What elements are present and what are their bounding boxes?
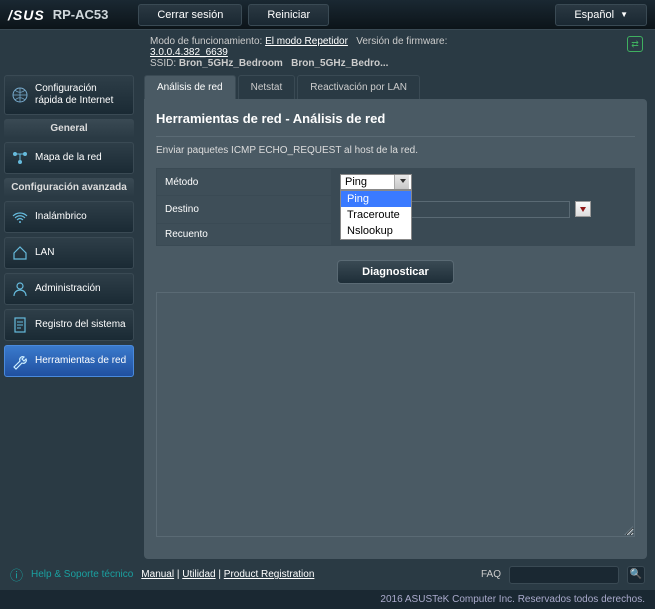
sidebar-wireless[interactable]: Inalámbrico [4, 201, 134, 233]
sidebar-quick-setup[interactable]: Configuración rápida de Internet [4, 75, 134, 115]
sidebar-item-label: Administración [35, 283, 127, 295]
status-icon[interactable]: ⇄ [627, 36, 643, 52]
network-icon [11, 149, 29, 167]
sidebar-administration[interactable]: Administración [4, 273, 134, 305]
brand-logo: /SUS [8, 7, 45, 23]
method-value: Ping [345, 176, 367, 188]
utility-link[interactable]: Utilidad [182, 569, 215, 580]
logout-button[interactable]: Cerrar sesión [138, 4, 242, 26]
method-dropdown: Ping Traceroute Nslookup [340, 190, 412, 240]
sidebar-item-label: Inalámbrico [35, 211, 127, 223]
model-name: RP-AC53 [53, 7, 109, 22]
count-label: Recuento [157, 224, 332, 246]
fw-link[interactable]: 3.0.0.4.382_6639 [150, 47, 228, 58]
sidebar-item-label: Configuración rápida de Internet [35, 83, 127, 107]
ssid1: Bron_5GHz_Bedroom [179, 58, 283, 69]
search-input[interactable] [509, 566, 619, 584]
tab-network-analysis[interactable]: Análisis de red [144, 75, 236, 99]
help-icon: ⓘ [10, 565, 23, 584]
language-label: Español [574, 9, 614, 21]
sidebar-item-label: Registro del sistema [35, 319, 127, 331]
fw-label: Versión de firmware: [356, 36, 447, 47]
panel-title: Herramientas de red - Análisis de red [156, 111, 635, 136]
tab-wol[interactable]: Reactivación por LAN [297, 75, 420, 99]
divider [156, 136, 635, 137]
user-icon [11, 280, 29, 298]
faq-link[interactable]: FAQ [481, 569, 501, 580]
method-select[interactable]: Ping [340, 174, 412, 190]
manual-link[interactable]: Manual [141, 569, 174, 580]
ssid2: Bron_5GHz_Bedro... [291, 58, 388, 69]
output-textarea[interactable] [156, 292, 635, 537]
sidebar-item-label: Herramientas de red [35, 355, 127, 367]
chevron-down-icon [400, 179, 406, 183]
method-label: Método [157, 169, 332, 196]
home-icon [11, 244, 29, 262]
option-nslookup[interactable]: Nslookup [341, 223, 411, 239]
option-traceroute[interactable]: Traceroute [341, 207, 411, 223]
mode-label: Modo de funcionamiento: [150, 36, 262, 47]
copyright: 2016 ASUSTeK Computer Inc. Reservados to… [0, 590, 655, 609]
panel-description: Enviar paquetes ICMP ECHO_REQUEST al hos… [156, 145, 635, 156]
sidebar-advanced-header: Configuración avanzada [4, 178, 134, 197]
tab-netstat[interactable]: Netstat [238, 75, 296, 99]
sidebar-item-label: LAN [35, 247, 127, 259]
registration-link[interactable]: Product Registration [224, 569, 315, 580]
wrench-icon [11, 352, 29, 370]
search-icon[interactable]: 🔍 [627, 566, 645, 584]
reboot-button[interactable]: Reiniciar [248, 4, 329, 26]
sidebar-network-map[interactable]: Mapa de la red [4, 142, 134, 174]
document-icon [11, 316, 29, 334]
sidebar-item-label: Mapa de la red [35, 152, 127, 164]
mode-link[interactable]: El modo Repetidor [265, 36, 348, 47]
chevron-down-icon: ▼ [620, 10, 628, 19]
sidebar-general-header: General [4, 119, 134, 138]
sidebar-network-tools[interactable]: Herramientas de red [4, 345, 134, 377]
globe-icon [11, 86, 29, 104]
language-selector[interactable]: Español ▼ [555, 4, 647, 26]
diagnose-button[interactable]: Diagnosticar [337, 260, 454, 284]
option-ping[interactable]: Ping [341, 191, 411, 207]
sidebar-system-log[interactable]: Registro del sistema [4, 309, 134, 341]
destination-label: Destino [157, 196, 332, 224]
help-link[interactable]: Help & Soporte técnico [31, 569, 133, 580]
ssid-label: SSID: [150, 58, 176, 69]
destination-dropdown-button[interactable] [575, 201, 591, 217]
wifi-icon [11, 208, 29, 226]
sidebar-lan[interactable]: LAN [4, 237, 134, 269]
